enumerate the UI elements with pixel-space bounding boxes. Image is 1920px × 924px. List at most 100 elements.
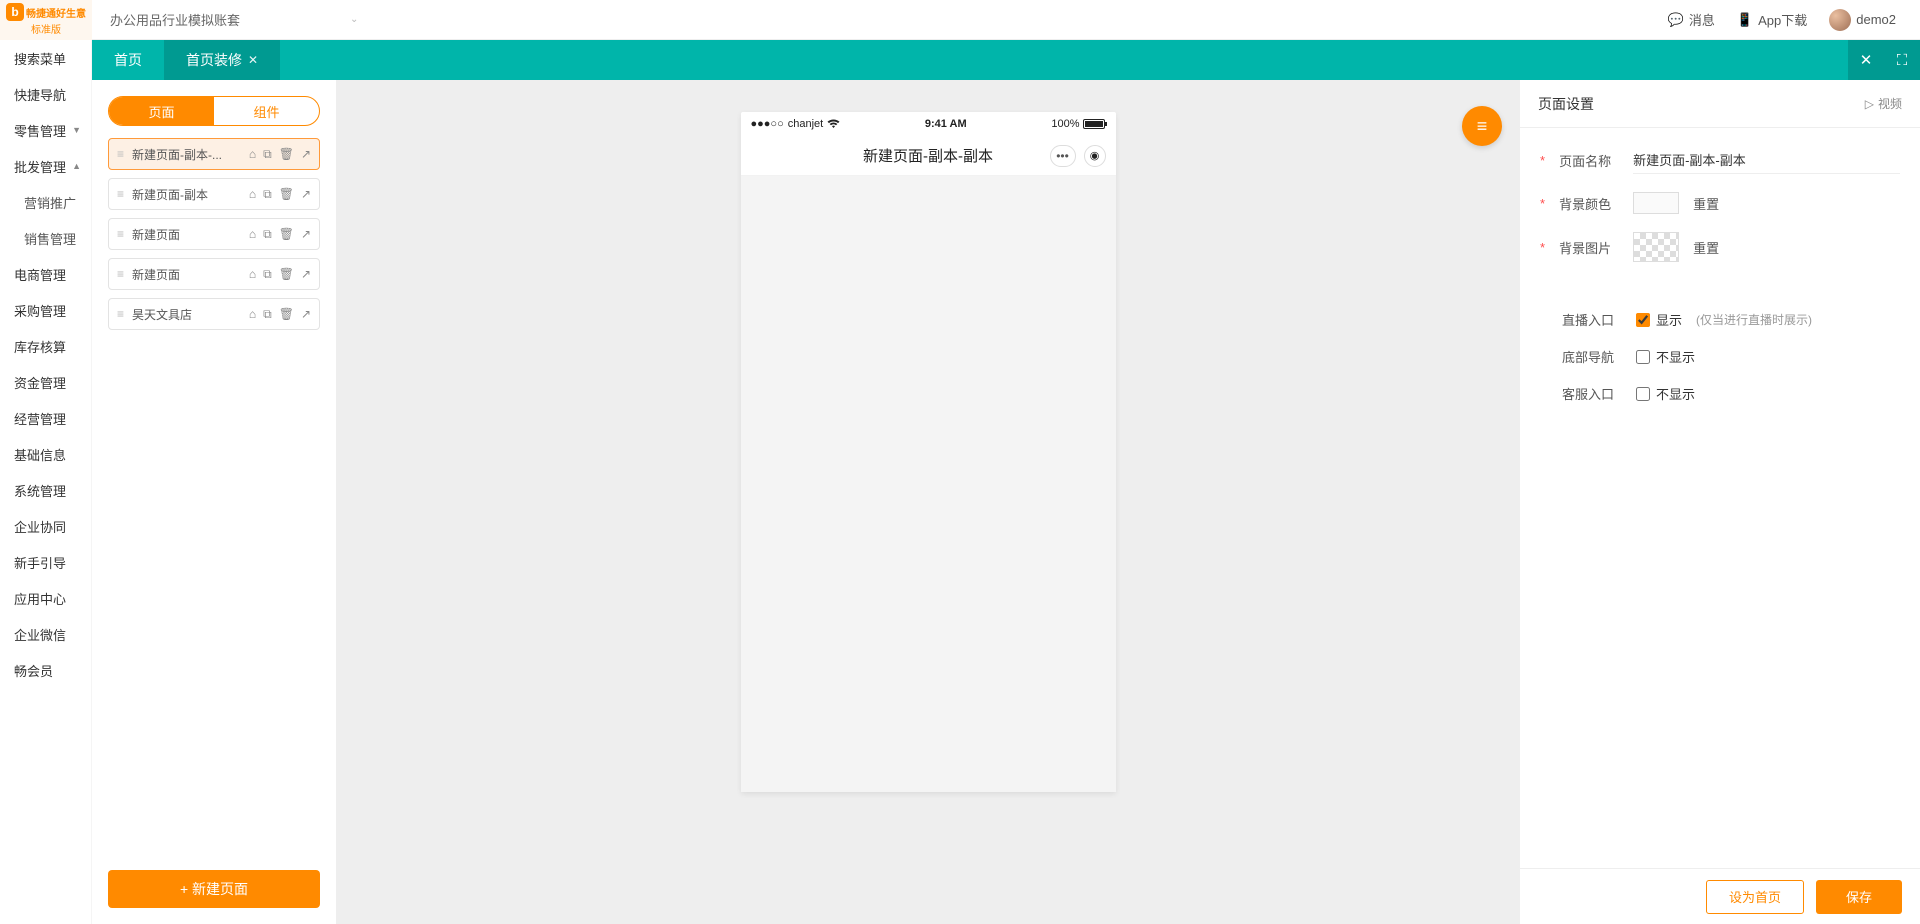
new-page-button[interactable]: + 新建页面 bbox=[108, 870, 320, 908]
checkbox-input[interactable] bbox=[1636, 313, 1650, 327]
page-item-2[interactable]: ≡ 新建页面 ⌂ ⧉ 🗑 ↗ bbox=[108, 218, 320, 250]
drag-icon[interactable]: ≡ bbox=[117, 147, 124, 161]
close-icon[interactable]: ✕ bbox=[248, 53, 258, 67]
color-swatch[interactable] bbox=[1633, 192, 1679, 214]
service-hide-label: 不显示 bbox=[1656, 384, 1695, 403]
sidebar-system[interactable]: 系统管理 bbox=[0, 472, 91, 508]
page-name-input[interactable] bbox=[1633, 146, 1900, 174]
service-entry-field: 客服入口 不显示 bbox=[1540, 384, 1900, 403]
copy-icon[interactable]: ⧉ bbox=[263, 267, 272, 282]
page-item-1[interactable]: ≡ 新建页面-副本 ⌂ ⧉ 🗑 ↗ bbox=[108, 178, 320, 210]
settings-panel: 页面设置 ▷ 视频 * 页面名称 * 背景颜色 bbox=[1520, 80, 1920, 924]
message-button[interactable]: 💬 消息 bbox=[1668, 10, 1715, 29]
tab-close-all[interactable]: ✕ bbox=[1848, 40, 1884, 80]
share-icon[interactable]: ↗ bbox=[301, 267, 311, 282]
sidebar-retail[interactable]: 零售管理▼ bbox=[0, 112, 91, 148]
page-item-label: 新建页面-副本 bbox=[132, 186, 241, 203]
tab-fullscreen[interactable]: ⛶ bbox=[1884, 40, 1920, 80]
sidebar-ecommerce[interactable]: 电商管理 bbox=[0, 256, 91, 292]
live-show-checkbox[interactable]: 显示 bbox=[1636, 310, 1682, 329]
checkbox-input[interactable] bbox=[1636, 350, 1650, 364]
home-icon[interactable]: ⌂ bbox=[249, 267, 256, 282]
logo: b 畅捷通好生意 标准版 bbox=[0, 0, 92, 40]
logo-text: 畅捷通好生意 bbox=[26, 5, 86, 20]
sidebar-marketing[interactable]: 营销推广 bbox=[0, 184, 91, 220]
share-icon[interactable]: ↗ bbox=[301, 307, 311, 322]
sidebar-operation[interactable]: 经营管理 bbox=[0, 400, 91, 436]
sidebar-sales[interactable]: 销售管理 bbox=[0, 220, 91, 256]
sidebar-quicknav[interactable]: 快捷导航 bbox=[0, 76, 91, 112]
page-item-label: 昊天文具店 bbox=[132, 306, 241, 323]
tab-home[interactable]: 首页 bbox=[92, 40, 164, 80]
delete-icon[interactable]: 🗑 bbox=[279, 187, 294, 202]
home-icon[interactable]: ⌂ bbox=[249, 307, 256, 322]
tab-decor[interactable]: 首页装修 ✕ bbox=[164, 40, 280, 80]
sidebar-finance[interactable]: 资金管理 bbox=[0, 364, 91, 400]
page-item-0[interactable]: ≡ 新建页面-副本-... ⌂⧉🗑↗ bbox=[108, 138, 320, 170]
copy-icon[interactable]: ⧉ bbox=[263, 227, 272, 242]
settings-title: 页面设置 bbox=[1538, 94, 1594, 114]
logo-mark: b bbox=[6, 3, 24, 21]
delete-icon[interactable]: 🗑 bbox=[279, 227, 294, 242]
account-selector[interactable]: 办公用品行业模拟账套 ⌄ bbox=[110, 10, 358, 29]
wifi-icon bbox=[827, 119, 840, 129]
user-menu[interactable]: demo2 bbox=[1829, 9, 1896, 31]
copy-icon[interactable]: ⧉ bbox=[263, 307, 272, 322]
share-icon[interactable]: ↗ bbox=[301, 147, 311, 162]
layers-fab[interactable]: ≡ bbox=[1462, 106, 1502, 146]
copy-icon[interactable]: ⧉ bbox=[263, 147, 272, 162]
page-item-3[interactable]: ≡ 新建页面 ⌂⧉🗑↗ bbox=[108, 258, 320, 290]
save-button[interactable]: 保存 bbox=[1816, 880, 1902, 914]
home-icon[interactable]: ⌂ bbox=[249, 227, 256, 242]
live-show-label: 显示 bbox=[1656, 310, 1682, 329]
tab-decor-label: 首页装修 bbox=[186, 50, 242, 70]
bottom-nav-field: 底部导航 不显示 bbox=[1540, 347, 1900, 366]
caret-down-icon: ▼ bbox=[72, 125, 81, 135]
sidebar-enterprise[interactable]: 企业协同 bbox=[0, 508, 91, 544]
sidebar-basic[interactable]: 基础信息 bbox=[0, 436, 91, 472]
delete-icon[interactable]: 🗑 bbox=[279, 307, 294, 322]
drag-icon[interactable]: ≡ bbox=[117, 187, 124, 201]
reset-image-button[interactable]: 重置 bbox=[1693, 238, 1719, 257]
sidebar-wholesale[interactable]: 批发管理▲ bbox=[0, 148, 91, 184]
play-icon: ▷ bbox=[1865, 97, 1874, 111]
share-icon[interactable]: ↗ bbox=[301, 227, 311, 242]
page-item-4[interactable]: ≡ 昊天文具店 ⌂ ⧉ 🗑 ↗ bbox=[108, 298, 320, 330]
delete-icon[interactable]: 🗑 bbox=[279, 147, 294, 162]
target-icon[interactable]: ◉ bbox=[1084, 145, 1106, 167]
live-label: 直播入口 bbox=[1562, 310, 1622, 329]
sidebar-appcenter[interactable]: 应用中心 bbox=[0, 580, 91, 616]
drag-icon[interactable]: ≡ bbox=[117, 227, 124, 241]
bg-image-label: 背景图片 bbox=[1559, 238, 1619, 257]
checkbox-input[interactable] bbox=[1636, 387, 1650, 401]
toggle-page[interactable]: 页面 bbox=[109, 97, 214, 125]
nav-hide-checkbox[interactable]: 不显示 bbox=[1636, 347, 1695, 366]
more-icon[interactable]: ••• bbox=[1050, 145, 1076, 167]
phone-body[interactable] bbox=[741, 176, 1116, 792]
home-icon[interactable]: ⌂ bbox=[249, 147, 256, 162]
share-icon[interactable]: ↗ bbox=[301, 187, 311, 202]
service-hide-checkbox[interactable]: 不显示 bbox=[1636, 384, 1695, 403]
sidebar-purchase[interactable]: 采购管理 bbox=[0, 292, 91, 328]
copy-icon[interactable]: ⧉ bbox=[263, 187, 272, 202]
logo-sub: 标准版 bbox=[31, 21, 61, 36]
toggle-component[interactable]: 组件 bbox=[214, 97, 319, 125]
set-home-button[interactable]: 设为首页 bbox=[1706, 880, 1804, 914]
home-icon[interactable]: ⌂ bbox=[249, 187, 256, 202]
reset-color-button[interactable]: 重置 bbox=[1693, 194, 1719, 213]
sidebar-member[interactable]: 畅会员 bbox=[0, 652, 91, 688]
drag-icon[interactable]: ≡ bbox=[117, 267, 124, 281]
signal-icon: ●●●○○ bbox=[751, 118, 784, 130]
page-item-label: 新建页面 bbox=[132, 226, 241, 243]
sidebar-guide[interactable]: 新手引导 bbox=[0, 544, 91, 580]
drag-icon[interactable]: ≡ bbox=[117, 307, 124, 321]
nav-label: 底部导航 bbox=[1562, 347, 1622, 366]
image-swatch[interactable] bbox=[1633, 232, 1679, 262]
chevron-down-icon: ⌄ bbox=[350, 14, 358, 25]
video-help-button[interactable]: ▷ 视频 bbox=[1865, 95, 1902, 112]
delete-icon[interactable]: 🗑 bbox=[279, 267, 294, 282]
app-download-button[interactable]: 📱 App下载 bbox=[1737, 10, 1807, 29]
sidebar-wechat[interactable]: 企业微信 bbox=[0, 616, 91, 652]
sidebar-inventory[interactable]: 库存核算 bbox=[0, 328, 91, 364]
sidebar-search[interactable]: 搜索菜单 bbox=[0, 40, 91, 76]
